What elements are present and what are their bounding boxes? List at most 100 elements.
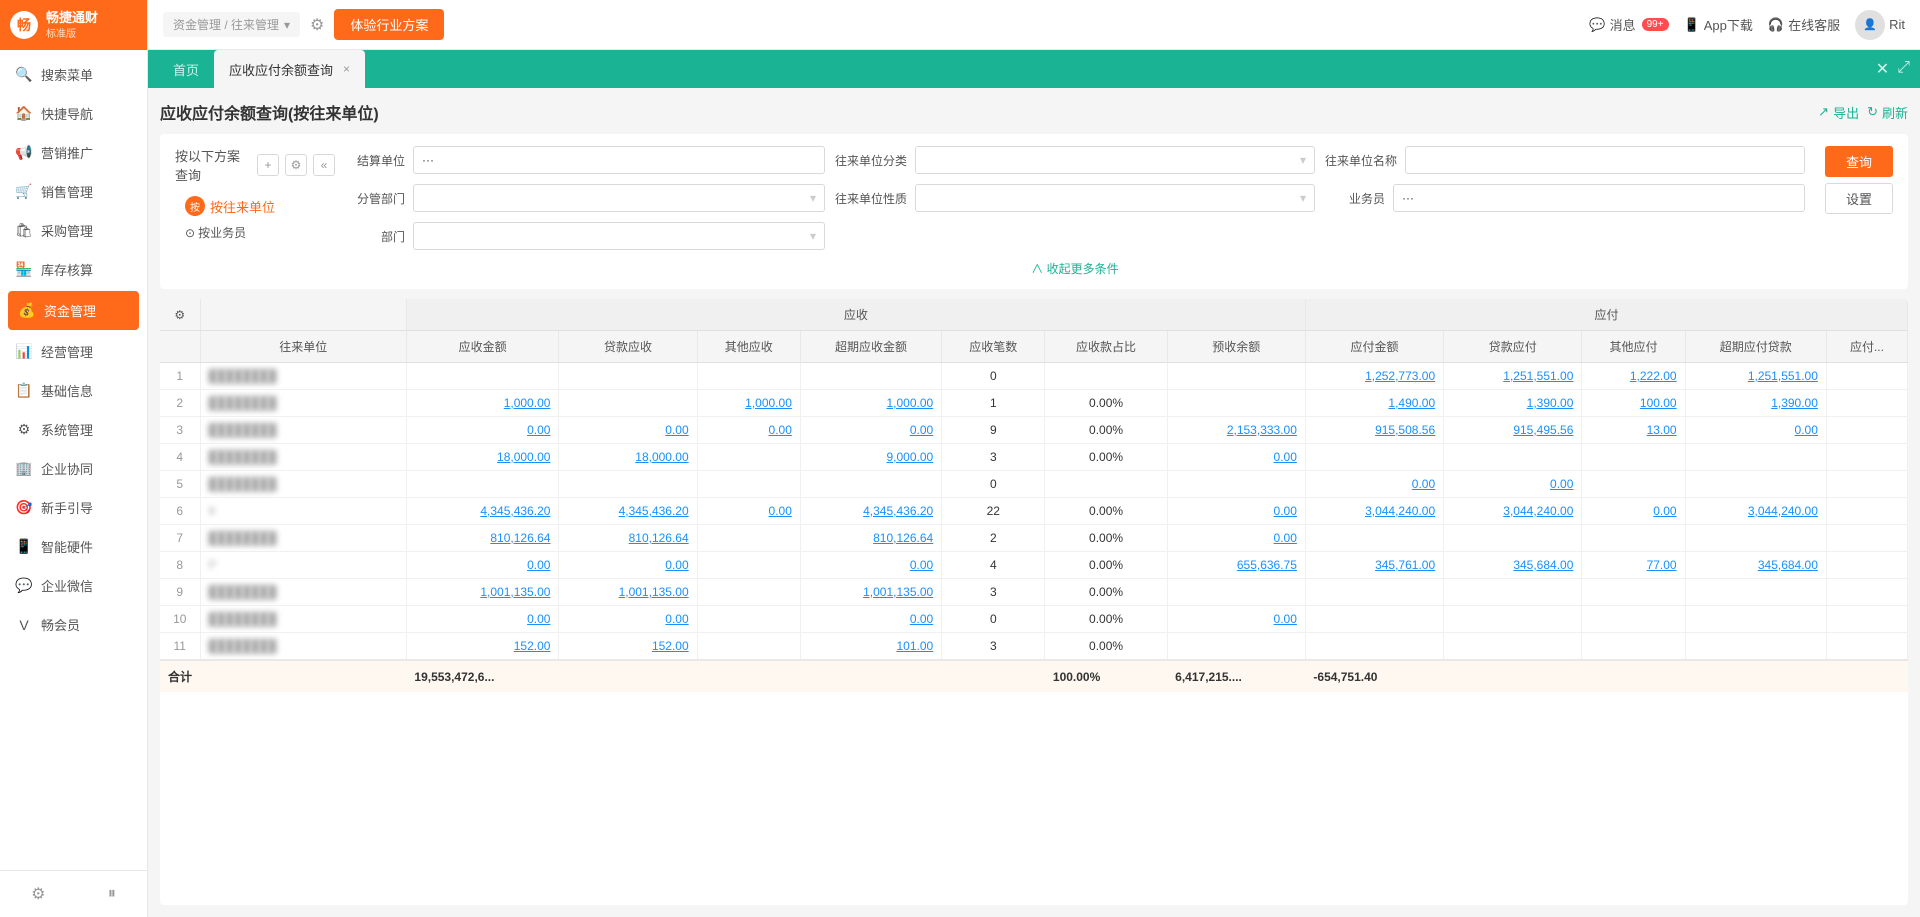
sidebar-item-search[interactable]: 🔍搜索菜单 (0, 55, 147, 94)
cell-ar-prepay-7[interactable]: 655,636.75 (1167, 552, 1305, 579)
cell-ar_amount-2[interactable]: 0.00 (406, 417, 559, 444)
industry-btn[interactable]: 体验行业方案 (334, 9, 444, 40)
refresh-btn[interactable]: ↻ 刷新 (1867, 103, 1908, 122)
field-partner-nature-input[interactable]: ▾ (915, 184, 1315, 212)
cell-ar-prepay-3[interactable]: 0.00 (1167, 444, 1305, 471)
cell-ar_loan-7[interactable]: 0.00 (559, 552, 697, 579)
cell-ar-prepay-6[interactable]: 0.00 (1167, 525, 1305, 552)
th-ar-prepay[interactable]: 预收余额 (1167, 331, 1305, 363)
cell-ar_amount-5[interactable]: 4,345,436.20 (406, 498, 559, 525)
cell-ar_overdue-5[interactable]: 4,345,436.20 (800, 498, 941, 525)
cell-ar_amount-3[interactable]: 18,000.00 (406, 444, 559, 471)
cell-ar-prepay-9[interactable]: 0.00 (1167, 606, 1305, 633)
sidebar-collapse-icon[interactable]: ⏸ (103, 880, 121, 908)
cell-ap_overdue-2[interactable]: 0.00 (1685, 417, 1826, 444)
cell-ap_amount-2[interactable]: 915,508.56 (1305, 417, 1443, 444)
sidebar-item-wechat[interactable]: 💬企业微信 (0, 566, 147, 605)
th-ar-other[interactable]: 其他应收 (697, 331, 800, 363)
cell-ar_overdue-2[interactable]: 0.00 (800, 417, 941, 444)
online-service-btn[interactable]: 🎧 在线客服 (1768, 15, 1840, 34)
cell-ar_loan-8[interactable]: 1,001,135.00 (559, 579, 697, 606)
cell-ap_loan-2[interactable]: 915,495.56 (1444, 417, 1582, 444)
sidebar-item-basic[interactable]: 📋基础信息 (0, 371, 147, 410)
sidebar-item-operation[interactable]: 📊经营管理 (0, 332, 147, 371)
cell-ar_loan-9[interactable]: 0.00 (559, 606, 697, 633)
cell-ar_overdue-7[interactable]: 0.00 (800, 552, 941, 579)
th-partner[interactable]: 往来单位 (200, 331, 406, 363)
breadcrumb-dropdown-icon[interactable]: ▾ (284, 18, 290, 32)
th-ar-amount[interactable]: 应收金额 (406, 331, 559, 363)
tabbar-maximize-icon[interactable]: ⤢ (1897, 59, 1910, 79)
cell-ap_amount-7[interactable]: 345,761.00 (1305, 552, 1443, 579)
cell-ar_overdue-8[interactable]: 1,001,135.00 (800, 579, 941, 606)
th-ar-count[interactable]: 应收笔数 (942, 331, 1045, 363)
cell-ap_loan-4[interactable]: 0.00 (1444, 471, 1582, 498)
cell-ap_amount-1[interactable]: 1,490.00 (1305, 390, 1443, 417)
collapse-more-btn[interactable]: ∧ 收起更多条件 (1031, 260, 1118, 277)
th-ap-more[interactable]: 应付... (1826, 331, 1907, 363)
sidebar-item-shortcut[interactable]: 🏠快捷导航 (0, 94, 147, 133)
cell-ap_other-5[interactable]: 0.00 (1582, 498, 1685, 525)
cell-ar_amount-1[interactable]: 1,000.00 (406, 390, 559, 417)
sidebar-item-newbie[interactable]: 🎯新手引导 (0, 488, 147, 527)
cell-ar_loan-6[interactable]: 810,126.64 (559, 525, 697, 552)
cell-ap_loan-0[interactable]: 1,251,551.00 (1444, 363, 1582, 390)
th-ar-ratio[interactable]: 应收款占比 (1045, 331, 1167, 363)
cell-ap_overdue-0[interactable]: 1,251,551.00 (1685, 363, 1826, 390)
cell-ar_other-2[interactable]: 0.00 (697, 417, 800, 444)
cell-ar_loan-5[interactable]: 4,345,436.20 (559, 498, 697, 525)
filter-sub-scheme[interactable]: ⊙ 按业务员 (185, 224, 335, 241)
footer-ar-amount[interactable]: 19,553,472,6... (406, 660, 559, 692)
cell-ar_amount-10[interactable]: 152.00 (406, 633, 559, 661)
field-partner-name-input[interactable] (1405, 146, 1805, 174)
filter-collapse-btn[interactable]: « (313, 154, 335, 176)
cell-ar_loan-3[interactable]: 18,000.00 (559, 444, 697, 471)
sidebar-item-hardware[interactable]: 📱智能硬件 (0, 527, 147, 566)
sidebar-item-enterprise[interactable]: 🏢企业协同 (0, 449, 147, 488)
filter-settings-btn[interactable]: ⚙ (285, 154, 307, 176)
sidebar-item-warehouse[interactable]: 🏪库存核算 (0, 250, 147, 289)
cell-ar_other-1[interactable]: 1,000.00 (697, 390, 800, 417)
th-ap-other[interactable]: 其他应付 (1582, 331, 1685, 363)
th-ap-overdue[interactable]: 超期应付贷款 (1685, 331, 1826, 363)
field-settlement-input[interactable]: ··· (413, 146, 825, 174)
cell-ar_loan-10[interactable]: 152.00 (559, 633, 697, 661)
tab-home[interactable]: 首页 (158, 50, 214, 88)
cell-ap_other-2[interactable]: 13.00 (1582, 417, 1685, 444)
cell-ap_other-1[interactable]: 100.00 (1582, 390, 1685, 417)
sidebar-settings-icon[interactable]: ⚙ (26, 879, 50, 909)
cell-ap_overdue-1[interactable]: 1,390.00 (1685, 390, 1826, 417)
th-ar-overdue[interactable]: 超期应收金额 (800, 331, 941, 363)
cell-ar_amount-8[interactable]: 1,001,135.00 (406, 579, 559, 606)
cell-ar-prepay-2[interactable]: 2,153,333.00 (1167, 417, 1305, 444)
sidebar-item-finance[interactable]: 💰资金管理 (8, 291, 139, 330)
tab-query[interactable]: 应收应付余额查询× (214, 50, 365, 88)
cell-ar_amount-9[interactable]: 0.00 (406, 606, 559, 633)
filter-add-btn[interactable]: + (257, 154, 279, 176)
tabbar-close-icon[interactable]: ✕ (1876, 59, 1889, 79)
cell-ap_other-0[interactable]: 1,222.00 (1582, 363, 1685, 390)
field-partner-category-input[interactable]: ▾ (915, 146, 1315, 174)
cell-ar_overdue-9[interactable]: 0.00 (800, 606, 941, 633)
export-btn[interactable]: ↗ 导出 (1818, 103, 1859, 122)
field-dept-input[interactable]: ▾ (413, 184, 825, 212)
filter-scheme-item[interactable]: 按 按往来单位 (185, 196, 335, 216)
cell-ap_other-7[interactable]: 77.00 (1582, 552, 1685, 579)
cell-ar-prepay-5[interactable]: 0.00 (1167, 498, 1305, 525)
cell-ap_overdue-5[interactable]: 3,044,240.00 (1685, 498, 1826, 525)
sidebar-item-system[interactable]: ⚙系统管理 (0, 410, 147, 449)
message-btn[interactable]: 💬 消息 99+ (1589, 15, 1668, 34)
cell-ap_loan-5[interactable]: 3,044,240.00 (1444, 498, 1582, 525)
user-area[interactable]: 👤 Rit (1855, 10, 1905, 40)
cell-ap_loan-1[interactable]: 1,390.00 (1444, 390, 1582, 417)
sidebar-item-sales[interactable]: 🛒销售管理 (0, 172, 147, 211)
field-salesperson-input[interactable]: ··· (1393, 184, 1805, 212)
cell-ar_loan-2[interactable]: 0.00 (559, 417, 697, 444)
field-department-input[interactable]: ▾ (413, 222, 825, 250)
cell-ap_amount-5[interactable]: 3,044,240.00 (1305, 498, 1443, 525)
th-ap-loan[interactable]: 贷款应付 (1444, 331, 1582, 363)
cell-ap_loan-7[interactable]: 345,684.00 (1444, 552, 1582, 579)
set-btn[interactable]: 设置 (1825, 183, 1893, 214)
topnav-settings-icon[interactable]: ⚙ (310, 15, 324, 35)
cell-ar_amount-7[interactable]: 0.00 (406, 552, 559, 579)
